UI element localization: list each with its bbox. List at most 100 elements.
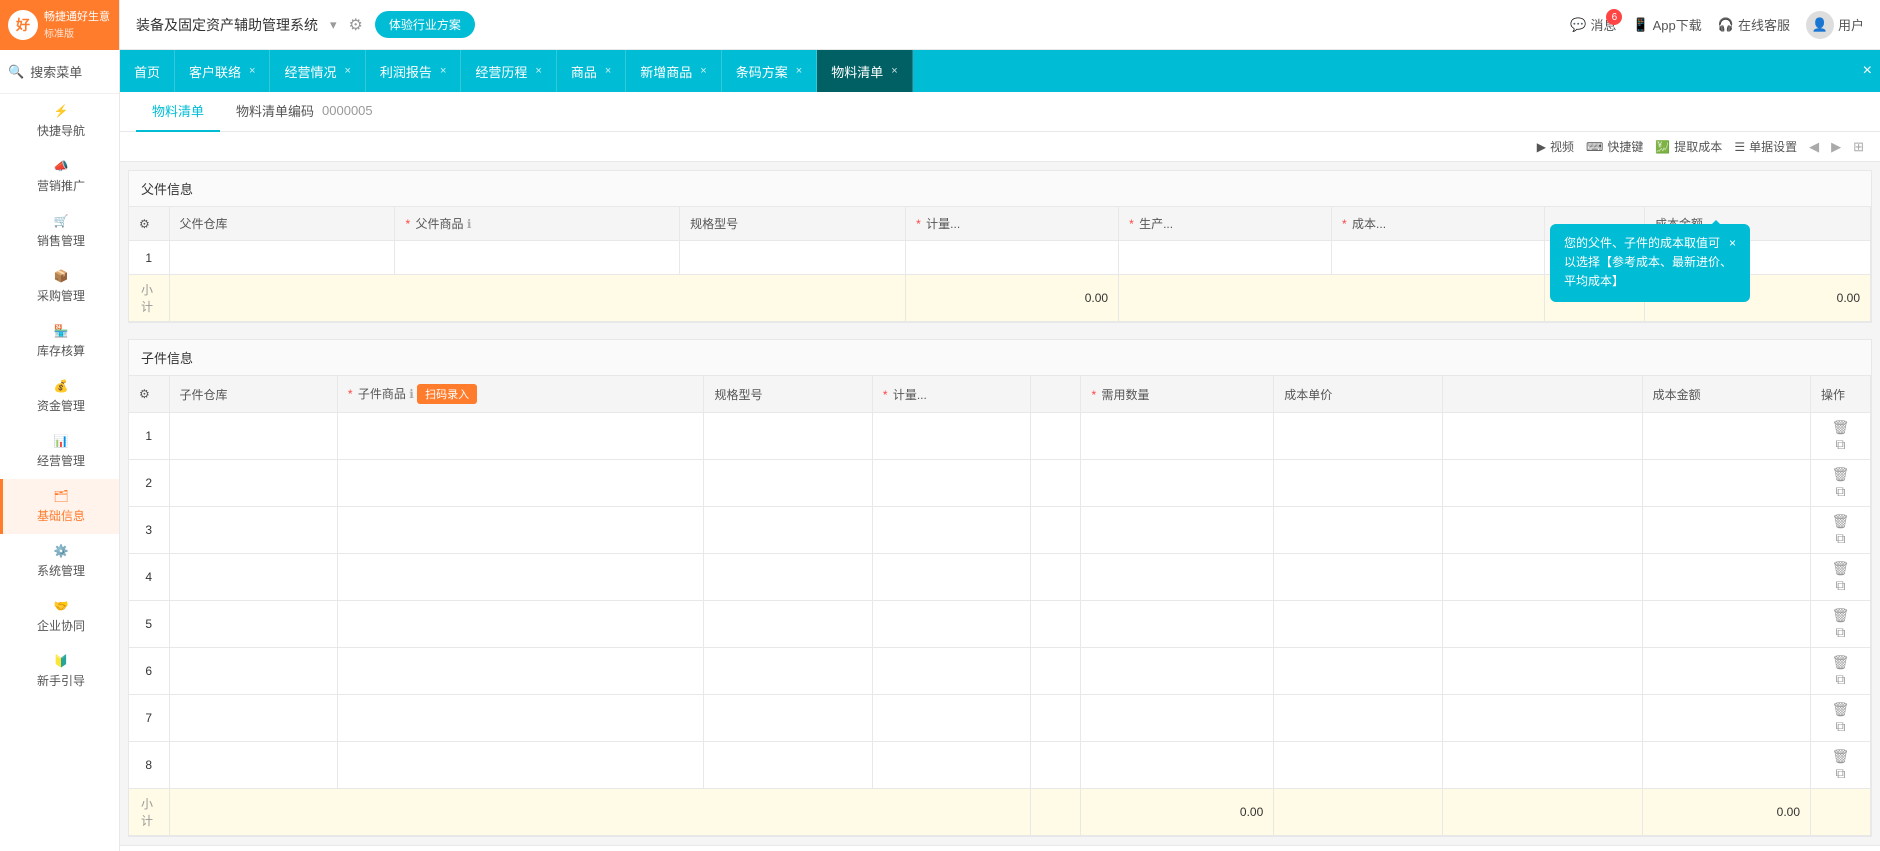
child-unit-price-cell[interactable]: [1274, 742, 1442, 789]
child-warehouse-cell[interactable]: [169, 695, 337, 742]
toolbar-shortcut[interactable]: ⌨ 快捷键: [1586, 138, 1643, 155]
child-unit-price-cell[interactable]: [1274, 601, 1442, 648]
copy-icon[interactable]: ⧉: [1836, 436, 1846, 452]
child-quantity-cell[interactable]: [1081, 554, 1274, 601]
tab-customer-close[interactable]: ×: [249, 65, 255, 77]
child-warehouse-cell[interactable]: [169, 742, 337, 789]
delete-icon[interactable]: 🗑: [1832, 607, 1850, 623]
child-quantity-cell[interactable]: [1081, 742, 1274, 789]
child-spec-cell[interactable]: [704, 413, 872, 460]
global-close-icon[interactable]: ×: [1863, 62, 1872, 80]
settings-button[interactable]: ⚙: [349, 15, 363, 35]
sidebar-item-finance[interactable]: 💰 资金管理: [0, 369, 119, 424]
tab-operation[interactable]: 经营情况 ×: [270, 50, 365, 92]
delete-icon[interactable]: 🗑: [1832, 513, 1850, 529]
tooltip-close-button[interactable]: ×: [1729, 234, 1736, 253]
sidebar-item-operation[interactable]: 📊 经营管理: [0, 424, 119, 479]
child-quantity-cell[interactable]: [1081, 413, 1274, 460]
copy-icon[interactable]: ⧉: [1836, 718, 1846, 734]
experience-button[interactable]: 体验行业方案: [375, 11, 475, 38]
child-warehouse-cell[interactable]: [169, 507, 337, 554]
tab-history-close[interactable]: ×: [535, 65, 541, 77]
child-quantity-cell[interactable]: [1081, 460, 1274, 507]
tab-goods[interactable]: 商品 ×: [557, 50, 626, 92]
child-goods-cell[interactable]: [337, 601, 704, 648]
child-unit-cell[interactable]: [872, 601, 1031, 648]
delete-icon[interactable]: 🗑: [1832, 748, 1850, 764]
tab-goods-close[interactable]: ×: [605, 65, 611, 77]
tab-bom[interactable]: 物料清单 ×: [817, 50, 912, 92]
tab-barcode-close[interactable]: ×: [796, 65, 802, 77]
delete-icon[interactable]: 🗑: [1832, 466, 1850, 482]
tab-bom-close[interactable]: ×: [891, 65, 897, 77]
child-unit-price-cell[interactable]: [1274, 648, 1442, 695]
delete-icon[interactable]: 🗑: [1832, 560, 1850, 576]
tab-new-goods-close[interactable]: ×: [700, 65, 706, 77]
parent-spec-cell[interactable]: [680, 241, 906, 275]
child-unit-price-cell[interactable]: [1274, 695, 1442, 742]
sidebar-item-purchase[interactable]: 📦 采购管理: [0, 259, 119, 314]
sidebar-item-quick-nav[interactable]: ⚡ 快捷导航: [0, 94, 119, 149]
delete-icon[interactable]: 🗑: [1832, 654, 1850, 670]
system-dropdown-icon[interactable]: ▾: [330, 17, 337, 33]
sidebar-item-system[interactable]: ⚙️ 系统管理: [0, 534, 119, 589]
app-download-button[interactable]: 📱 App下载: [1632, 15, 1701, 34]
delete-icon[interactable]: 🗑: [1832, 419, 1850, 435]
child-goods-cell[interactable]: [337, 648, 704, 695]
copy-icon[interactable]: ⧉: [1836, 577, 1846, 593]
online-service-button[interactable]: 🎧 在线客服: [1718, 15, 1790, 34]
sidebar-search[interactable]: 🔍 搜索菜单: [0, 50, 119, 94]
child-goods-cell[interactable]: [337, 507, 704, 554]
child-warehouse-cell[interactable]: [169, 554, 337, 601]
child-unit-price-cell[interactable]: [1274, 554, 1442, 601]
parent-warehouse-cell[interactable]: [169, 241, 395, 275]
copy-icon[interactable]: ⧉: [1836, 530, 1846, 546]
child-spec-cell[interactable]: [704, 601, 872, 648]
delete-icon[interactable]: 🗑: [1832, 701, 1850, 717]
toolbar-single-settings[interactable]: ☰ 单据设置: [1734, 138, 1797, 155]
child-warehouse-cell[interactable]: [169, 648, 337, 695]
parent-unit-cell[interactable]: [906, 241, 1119, 275]
parent-production-cell[interactable]: [1119, 241, 1332, 275]
tab-new-goods[interactable]: 新增商品 ×: [626, 50, 721, 92]
child-quantity-cell[interactable]: [1081, 695, 1274, 742]
child-unit-cell[interactable]: [872, 742, 1031, 789]
tab-barcode[interactable]: 条码方案 ×: [722, 50, 817, 92]
child-spec-cell[interactable]: [704, 460, 872, 507]
child-warehouse-cell[interactable]: [169, 413, 337, 460]
tab-customer[interactable]: 客户联络 ×: [175, 50, 270, 92]
sidebar-item-marketing[interactable]: 📣 营销推广: [0, 149, 119, 204]
child-spec-cell[interactable]: [704, 742, 872, 789]
copy-icon[interactable]: ⧉: [1836, 483, 1846, 499]
child-spec-cell[interactable]: [704, 648, 872, 695]
child-unit-cell[interactable]: [872, 648, 1031, 695]
child-unit-cell[interactable]: [872, 554, 1031, 601]
child-spec-cell[interactable]: [704, 554, 872, 601]
sidebar-item-sales[interactable]: 🛒 销售管理: [0, 204, 119, 259]
child-spec-cell[interactable]: [704, 695, 872, 742]
child-goods-cell[interactable]: [337, 413, 704, 460]
sub-tab-bom-code[interactable]: 物料清单编码 0000005: [220, 92, 389, 132]
child-unit-cell[interactable]: [872, 695, 1031, 742]
child-unit-cell[interactable]: [872, 413, 1031, 460]
toolbar-arrow-right[interactable]: ▶: [1831, 139, 1841, 155]
tab-home[interactable]: 首页: [120, 50, 175, 92]
sidebar-item-guide[interactable]: 🔰 新手引导: [0, 644, 119, 699]
sidebar-item-basic-info[interactable]: 🗂 基础信息: [0, 479, 119, 534]
child-unit-cell[interactable]: [872, 507, 1031, 554]
parent-goods-cell[interactable]: [395, 241, 680, 275]
toolbar-video[interactable]: ▶ 视频: [1537, 138, 1574, 155]
child-goods-cell[interactable]: [337, 554, 704, 601]
child-quantity-cell[interactable]: [1081, 507, 1274, 554]
copy-icon[interactable]: ⧉: [1836, 765, 1846, 781]
child-unit-price-cell[interactable]: [1274, 460, 1442, 507]
toolbar-extract-cost[interactable]: 💹 提取成本: [1655, 138, 1722, 155]
child-unit-cell[interactable]: [872, 460, 1031, 507]
child-goods-cell[interactable]: [337, 742, 704, 789]
tab-profit-close[interactable]: ×: [440, 65, 446, 77]
tab-operation-close[interactable]: ×: [344, 65, 350, 77]
child-goods-cell[interactable]: [337, 460, 704, 507]
child-spec-cell[interactable]: [704, 507, 872, 554]
tab-history[interactable]: 经营历程 ×: [461, 50, 556, 92]
info-icon[interactable]: ℹ: [467, 217, 472, 231]
